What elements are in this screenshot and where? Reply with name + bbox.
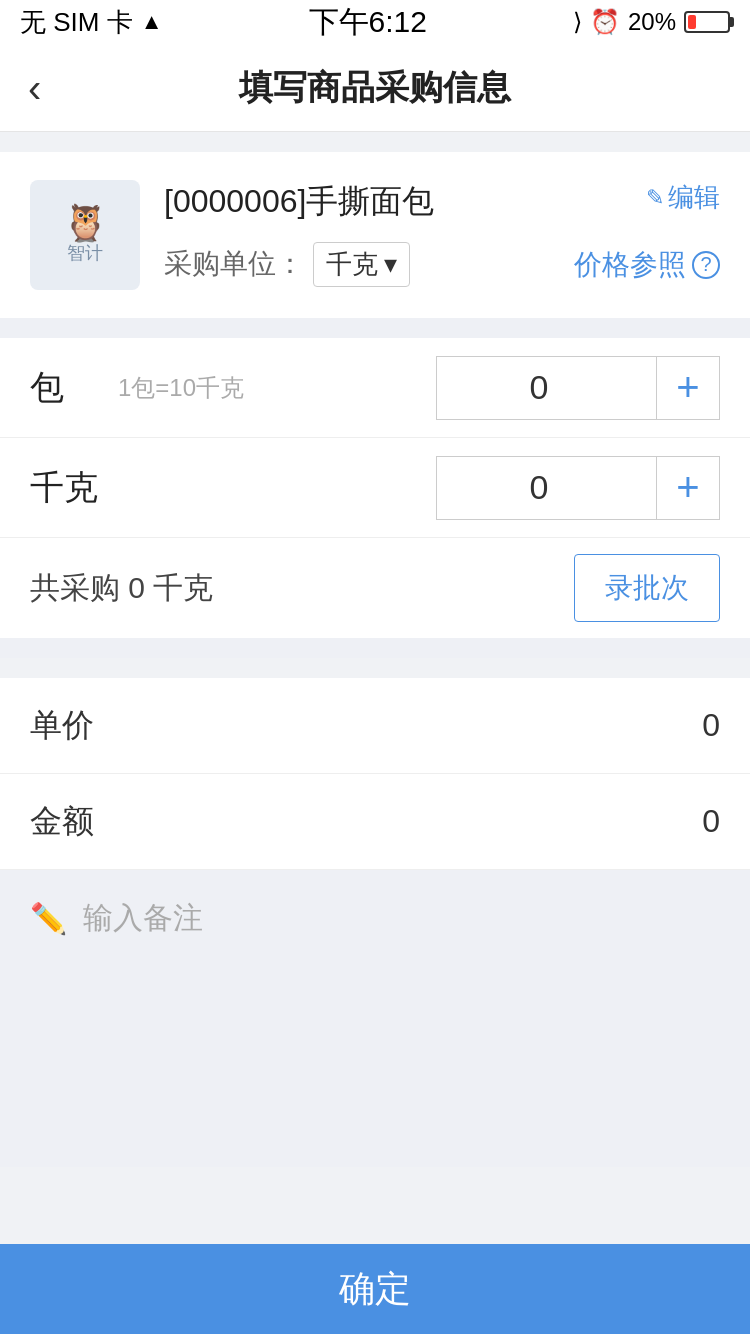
bottom-area	[0, 967, 750, 1167]
location-icon: ⟩	[573, 8, 582, 36]
confirm-button-label: 确定	[339, 1265, 411, 1314]
product-image: 🦉 智计	[30, 180, 140, 290]
bag-input-group: +	[436, 356, 720, 420]
unit-label: 采购单位：	[164, 248, 304, 279]
product-name: [0000006]手撕面包	[164, 180, 434, 224]
product-logo: 🦉	[63, 205, 108, 241]
unit-price-value: 0	[702, 707, 720, 744]
confirm-button[interactable]: 确定	[0, 1244, 750, 1334]
unit-price-row: 单价 0	[0, 678, 750, 774]
battery-percent: 20%	[628, 8, 676, 36]
price-info-section: 单价 0 金额 0	[0, 678, 750, 870]
amount-label: 金额	[30, 800, 94, 844]
battery-icon	[684, 11, 730, 33]
back-button[interactable]: ‹	[28, 68, 41, 108]
header: ‹ 填写商品采购信息	[0, 44, 750, 132]
unit-row: 采购单位： 千克 ▾ 价格参照 ?	[164, 242, 720, 287]
bag-plus-button[interactable]: +	[656, 356, 720, 420]
bag-label: 包	[30, 365, 110, 411]
bag-sub-label: 1包=10千克	[118, 372, 436, 404]
section-divider-2	[0, 638, 750, 658]
unit-price-label: 单价	[30, 704, 94, 748]
product-logo-label: 智计	[63, 241, 108, 265]
total-label: 共采购 0 千克	[30, 568, 213, 609]
kg-input-row: 千克 +	[0, 438, 750, 538]
wifi-icon: ▲	[141, 9, 163, 35]
amount-value: 0	[702, 803, 720, 840]
edit-button[interactable]: ✎ 编辑	[646, 180, 720, 215]
section-divider-1	[0, 318, 750, 338]
pencil-icon: ✏️	[30, 901, 67, 936]
bag-input[interactable]	[436, 356, 656, 420]
unit-label-group: 采购单位： 千克 ▾	[164, 242, 410, 287]
sim-label: 无 SIM 卡	[20, 5, 133, 40]
notes-section[interactable]: ✏️ 输入备注	[0, 870, 750, 967]
bag-input-row: 包 1包=10千克 +	[0, 338, 750, 438]
status-right: ⟩ ⏰ 20%	[573, 8, 730, 36]
page-title: 填写商品采购信息	[239, 65, 511, 111]
product-name-row: [0000006]手撕面包 ✎ 编辑	[164, 180, 720, 224]
alarm-icon: ⏰	[590, 8, 620, 36]
chevron-down-icon: ▾	[384, 249, 397, 280]
total-row: 共采购 0 千克 录批次	[0, 538, 750, 638]
kg-plus-button[interactable]: +	[656, 456, 720, 520]
product-card: 🦉 智计 [0000006]手撕面包 ✎ 编辑 采购单位： 千克 ▾ 价格参照	[0, 152, 750, 318]
status-left: 无 SIM 卡 ▲	[20, 5, 162, 40]
edit-icon: ✎	[646, 185, 664, 211]
unit-select[interactable]: 千克 ▾	[313, 242, 410, 287]
status-time: 下午6:12	[309, 2, 427, 43]
input-section: 包 1包=10千克 + 千克 +	[0, 338, 750, 538]
info-icon: ?	[692, 251, 720, 279]
kg-label: 千克	[30, 465, 110, 511]
price-ref-button[interactable]: 价格参照 ?	[574, 246, 720, 284]
batch-button[interactable]: 录批次	[574, 554, 720, 622]
amount-row: 金额 0	[0, 774, 750, 870]
product-info: [0000006]手撕面包 ✎ 编辑 采购单位： 千克 ▾ 价格参照 ?	[164, 180, 720, 287]
status-bar: 无 SIM 卡 ▲ 下午6:12 ⟩ ⏰ 20%	[0, 0, 750, 44]
kg-input[interactable]	[436, 456, 656, 520]
notes-placeholder: 输入备注	[83, 898, 203, 939]
kg-input-group: +	[436, 456, 720, 520]
